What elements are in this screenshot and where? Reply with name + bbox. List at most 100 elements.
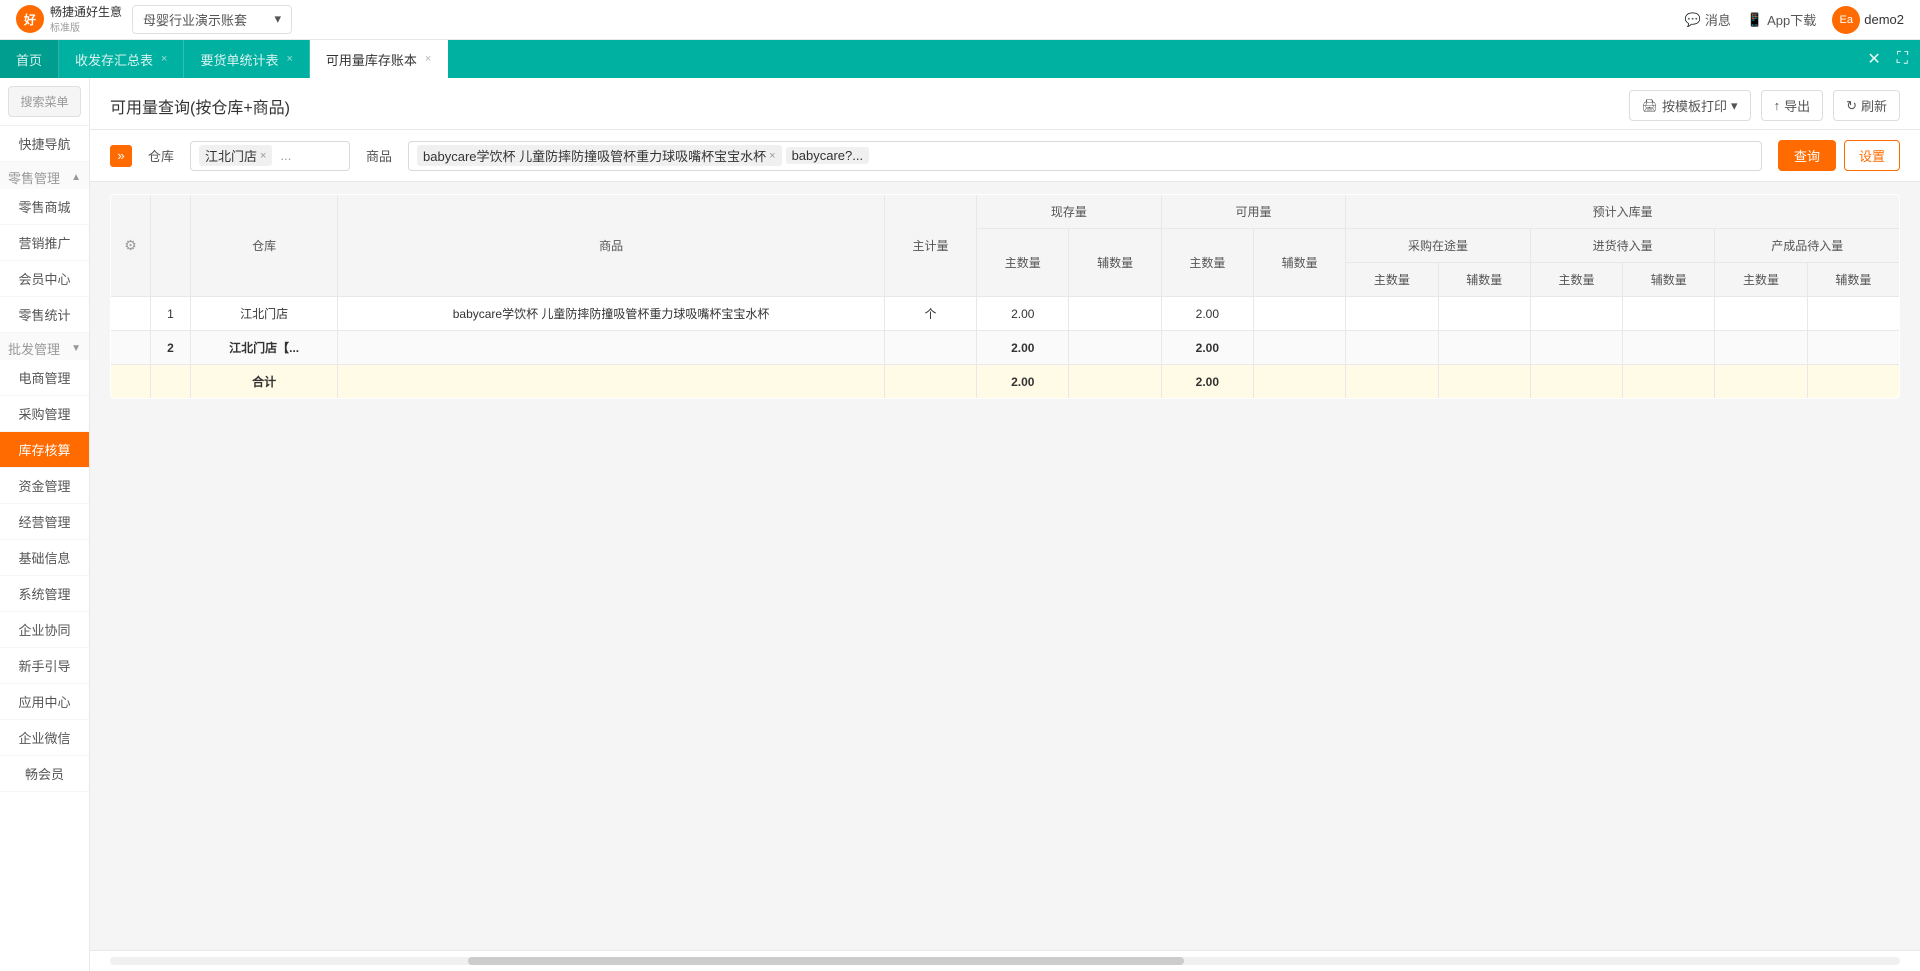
close-receivable-tab[interactable]: × [161, 53, 167, 65]
th-produced-pending: 产成品待入量 [1715, 229, 1900, 263]
sidebar-item-finance-mgmt[interactable]: 资金管理 [0, 468, 89, 504]
sidebar-item-retail-stats[interactable]: 零售统计 [0, 297, 89, 333]
th-warehouse: 仓库 [191, 195, 338, 297]
total-current-main: 2.00 [977, 365, 1069, 399]
tab-available-stock[interactable]: 可用量库存账本 × [310, 40, 448, 78]
data-table: ⚙ 仓库 商品 主计量 现存量 可用量 预计入库量 主数量 辅数量 主数量 [110, 194, 1900, 399]
warehouse-filter-more[interactable]: ... [276, 148, 295, 163]
retail-section-arrow[interactable]: ▲ [71, 172, 81, 183]
retail-section-label: 零售管理 [8, 168, 60, 187]
sidebar-item-member-center[interactable]: 会员中心 [0, 261, 89, 297]
th-index [151, 195, 191, 297]
row1-warehouse: 江北门店 [191, 297, 338, 331]
tab-receivable[interactable]: 收发存汇总表 × [59, 40, 184, 78]
page-actions: 🖨 按模板打印 ▾ ↑ 导出 ↻ 刷新 [1629, 90, 1901, 121]
message-icon: 💬 [1685, 12, 1701, 28]
sidebar-item-sys-mgmt[interactable]: 系统管理 [0, 576, 89, 612]
sidebar-item-quick-nav[interactable]: 快捷导航 [0, 126, 89, 162]
export-button[interactable]: ↑ 导出 [1761, 90, 1824, 121]
row2-produced-main [1715, 331, 1807, 365]
industry-select[interactable]: 母婴行业演示账套 ▾ [132, 5, 292, 34]
warehouse-filter-input[interactable]: 江北门店 × ... [190, 141, 350, 171]
sidebar-item-new-guide[interactable]: 新手引导 [0, 648, 89, 684]
top-bar: 好 畅捷通好生意 标准版 母婴行业演示账套 ▾ 💬 消息 📱 App下载 Ea … [0, 0, 1920, 40]
th-forecast-inbound: 预计入库量 [1346, 195, 1900, 229]
row1-index: 1 [151, 297, 191, 331]
nav-tabs-right: ✕ ⛶ [1863, 45, 1920, 73]
tab-home[interactable]: 首页 [0, 40, 59, 78]
product-tag-1[interactable]: babycare学饮杯 儿童防摔防撞吸管杯重力球吸嘴杯宝宝水杯 × [417, 145, 782, 166]
sidebar-item-enterprise-wechat[interactable]: 企业微信 [0, 720, 89, 756]
expand-nav-icon[interactable]: ⛶ [1893, 46, 1912, 72]
sidebar-item-purchase-mgmt[interactable]: 采购管理 [0, 396, 89, 432]
row2-produced-aux [1807, 331, 1899, 365]
product-tag-1-remove[interactable]: × [769, 150, 775, 162]
total-label: 合计 [191, 365, 338, 399]
refresh-button[interactable]: ↻ 刷新 [1833, 90, 1900, 121]
tab-order-stats[interactable]: 要货单统计表 × [184, 40, 309, 78]
sidebar-item-stock-check[interactable]: 库存核算 [0, 432, 89, 468]
product-filter-input[interactable]: babycare学饮杯 儿童防摔防撞吸管杯重力球吸嘴杯宝宝水杯 × babyca… [408, 141, 1762, 171]
warehouse-tag[interactable]: 江北门店 × [199, 145, 272, 166]
template-print-button[interactable]: 🖨 按模板打印 ▾ [1629, 90, 1751, 121]
row2-purchase-main [1346, 331, 1438, 365]
logo-text: 畅捷通好生意 [50, 5, 122, 19]
row1-inbound-main [1530, 297, 1622, 331]
filter-toggle-button[interactable]: » [110, 145, 132, 167]
wholesale-section-arrow[interactable]: ▼ [71, 343, 81, 354]
row1-avail-main: 2.00 [1161, 297, 1253, 331]
wholesale-section-label: 批发管理 [8, 339, 60, 358]
chevron-down-icon: ▾ [274, 11, 281, 27]
horizontal-scrollbar[interactable] [110, 957, 1900, 965]
sidebar-item-enterprise-collab[interactable]: 企业协同 [0, 612, 89, 648]
message-action[interactable]: 💬 消息 [1685, 10, 1731, 29]
sidebar-item-ecommerce-mgmt[interactable]: 电商管理 [0, 360, 89, 396]
table-row: 1 江北门店 babycare学饮杯 儿童防摔防撞吸管杯重力球吸嘴杯宝宝水杯 个… [111, 297, 1900, 331]
total-row: 合计 2.00 2.00 [111, 365, 1900, 399]
content-area: 可用量查询(按仓库+商品) 🖨 按模板打印 ▾ ↑ 导出 ↻ 刷新 [90, 78, 1920, 971]
th-inbound-main: 主数量 [1530, 263, 1622, 297]
query-button[interactable]: 查询 [1778, 140, 1836, 171]
user-area[interactable]: Ea demo2 [1832, 6, 1904, 34]
filter-bar: » 仓库 江北门店 × ... 商品 babycare学饮杯 儿童防摔防撞吸管杯… [90, 130, 1920, 182]
row2-avail-main: 2.00 [1161, 331, 1253, 365]
logo-sub: 标准版 [50, 19, 122, 34]
th-unit: 主计量 [884, 195, 976, 297]
sidebar-section-retail: 零售管理 ▲ [0, 162, 89, 189]
close-nav-icon[interactable]: ✕ [1863, 45, 1884, 73]
th-purchase-transit: 采购在途量 [1346, 229, 1531, 263]
sidebar-item-basic-info[interactable]: 基础信息 [0, 540, 89, 576]
sidebar-item-vip[interactable]: 畅会员 [0, 756, 89, 792]
product-tag-2[interactable]: babycare?... [786, 147, 870, 164]
row2-inbound-main [1530, 331, 1622, 365]
table-row: 2 江北门店【... 2.00 2.00 [111, 331, 1900, 365]
settings-icon[interactable]: ⚙ [124, 237, 137, 253]
search-menu-button[interactable]: 搜索菜单 [8, 86, 81, 117]
chevron-down-icon: ▾ [1731, 98, 1738, 114]
sidebar-item-marketing[interactable]: 营销推广 [0, 225, 89, 261]
warehouse-tag-remove[interactable]: × [260, 150, 266, 162]
row2-product [338, 331, 885, 365]
close-available-stock-tab[interactable]: × [425, 53, 431, 65]
filter-actions: 查询 设置 [1778, 140, 1900, 171]
th-product: 商品 [338, 195, 885, 297]
row2-unit [884, 331, 976, 365]
sidebar-item-app-center[interactable]: 应用中心 [0, 684, 89, 720]
row1-product: babycare学饮杯 儿童防摔防撞吸管杯重力球吸嘴杯宝宝水杯 [338, 297, 885, 331]
th-avail-main: 主数量 [1161, 229, 1253, 297]
sidebar-item-operations-mgmt[interactable]: 经营管理 [0, 504, 89, 540]
app-download-action[interactable]: 📱 App下载 [1747, 10, 1816, 29]
settings-button[interactable]: 设置 [1844, 140, 1900, 171]
th-settings: ⚙ [111, 195, 151, 297]
main-layout: 搜索菜单 快捷导航 零售管理 ▲ 零售商城 营销推广 会员中心 零售统计 批发管… [0, 78, 1920, 971]
table-footer [90, 950, 1920, 971]
available-stock-tab-label: 可用量库存账本 [326, 50, 417, 69]
logo-area: 好 畅捷通好生意 标准版 [16, 5, 122, 34]
th-available: 可用量 [1161, 195, 1346, 229]
order-stats-tab-label: 要货单统计表 [200, 50, 278, 69]
close-order-stats-tab[interactable]: × [286, 53, 292, 65]
row2-current-aux [1069, 331, 1161, 365]
sidebar-item-retail-mall[interactable]: 零售商城 [0, 189, 89, 225]
row1-purchase-aux [1438, 297, 1530, 331]
th-current-aux: 辅数量 [1069, 229, 1161, 297]
